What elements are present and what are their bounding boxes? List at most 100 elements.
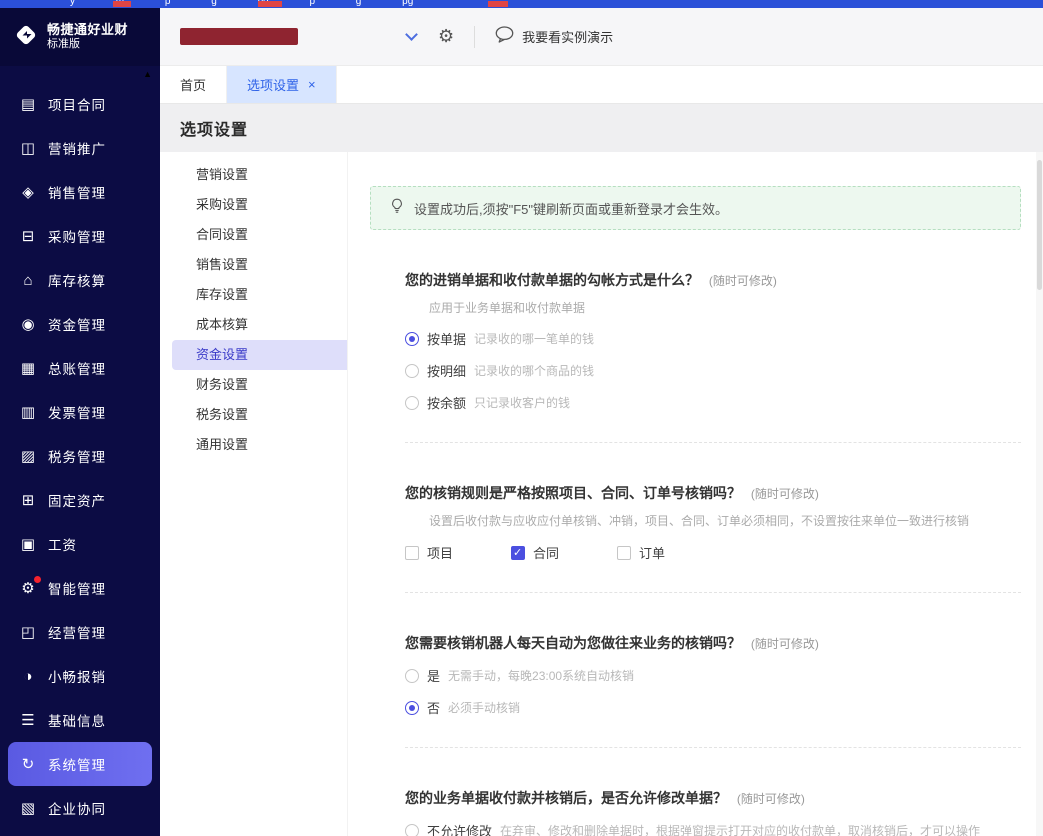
option-row[interactable]: 订单 (617, 543, 665, 562)
question-block-writeoff-rule: 您的核销规则是严格按照项目、合同、订单号核销吗？ (随时可修改) 设置后收付款与… (405, 483, 1021, 562)
option-row[interactable]: 按明细 记录收的哪个商品的钱 (405, 361, 1021, 380)
reimburse-icon: ◑ (23, 667, 33, 685)
subnav-item-tax-settings[interactable]: 税务设置 (160, 400, 347, 430)
tab-label: 首页 (180, 78, 207, 93)
option-row[interactable]: 不允许修改 在弃审、修改和删除单据时，根据弹窗提示打开对应的收付款单，取消核销后… (405, 821, 1021, 836)
sidebar-item-smart-management[interactable]: ⚙ 智能管理 (8, 566, 152, 610)
notice-text: 设置成功后,须按"F5"键刷新页面或重新登录才会生效。 (414, 201, 729, 217)
ledger-icon: ▦ (20, 360, 36, 377)
question-title: 您的进销单据和收付款单据的勾帐方式是什么？ (随时可修改) (405, 270, 1021, 290)
question-hint: (随时可修改) (750, 487, 819, 501)
question-hint: (随时可修改) (750, 637, 819, 651)
sidebar-item-label: 采购管理 (48, 230, 106, 245)
sidebar-item-basic-info[interactable]: ☰ 基础信息 (8, 698, 152, 742)
list-icon: ☰ (21, 712, 35, 729)
sidebar-item-reimbursement[interactable]: ◑ 小畅报销 (8, 654, 152, 698)
subnav-item-marketing-settings[interactable]: 营销设置 (160, 160, 347, 190)
sidebar-item-business-management[interactable]: ◰ 经营管理 (8, 610, 152, 654)
option-label: 按余额 (427, 396, 467, 411)
demo-label: 我要看实例演示 (522, 30, 614, 45)
building-icon: ⊞ (21, 492, 35, 509)
sidebar-item-sales[interactable]: ◈ 销售管理 (8, 170, 152, 214)
option-row[interactable]: 是 无需手动，每晚23:00系统自动核销 (405, 666, 1021, 685)
sidebar-item-fixed-assets[interactable]: ⊞ 固定资产 (8, 478, 152, 522)
subnav-item-finance-settings[interactable]: 财务设置 (160, 370, 347, 400)
sidebar-item-payroll[interactable]: ▣ 工资 (8, 522, 152, 566)
tab-close-icon[interactable]: × (308, 77, 316, 92)
sidebar-item-invoice[interactable]: ▥ 发票管理 (8, 390, 152, 434)
section-divider (405, 747, 1021, 748)
scrollbar-thumb[interactable] (1037, 160, 1042, 290)
sidebar-scroll-up-icon[interactable]: ▲ (143, 70, 152, 79)
question-title-text: 您的进销单据和收付款单据的勾帐方式是什么？ (405, 272, 699, 288)
coin-icon: ◉ (21, 316, 35, 333)
sidebar-item-label: 销售管理 (48, 186, 106, 201)
section-divider (405, 592, 1021, 593)
radio-button[interactable] (405, 823, 419, 836)
option-label: 按单据 (427, 332, 467, 347)
sidebar-nav: ▤ 项目合同 ◫ 营销推广 ◈ 销售管理 ⊟ 采购管理 ⌂ 库存核算 ◉ 资金管理 ▦ 总账管… (0, 82, 160, 830)
checkbox[interactable] (511, 545, 526, 560)
tab-label: 选项设置 (247, 78, 300, 93)
tab-options-settings[interactable]: 选项设置 × (227, 66, 337, 103)
sidebar-item-project-contract[interactable]: ▤ 项目合同 (8, 82, 152, 126)
sidebar-item-system-management[interactable]: ↻ 系统管理 (8, 742, 152, 786)
option-label: 合同 (533, 546, 560, 561)
purchase-icon: ⊟ (21, 228, 35, 245)
tax-icon: ▨ (20, 448, 36, 465)
sidebar-item-general-ledger[interactable]: ▦ 总账管理 (8, 346, 152, 390)
radio-button[interactable] (405, 700, 419, 715)
sidebar-item-label: 工资 (48, 538, 77, 553)
subnav-item-funds-settings[interactable]: 资金设置 (172, 340, 347, 370)
contract-icon: ▤ (20, 96, 36, 113)
demo-link[interactable]: 我要看实例演示 (495, 25, 614, 48)
clipboard-icon: ◰ (20, 624, 36, 641)
sidebar-item-inventory[interactable]: ⌂ 库存核算 (8, 258, 152, 302)
radio-button[interactable] (405, 331, 419, 346)
question-subtitle: 设置后收付款与应收应付单核销、冲销，项目、合同、订单必须相同，不设置按往来单位一… (429, 514, 970, 528)
option-row[interactable]: 否 必须手动核销 (405, 698, 1021, 717)
sidebar-item-marketing[interactable]: ◫ 营销推广 (8, 126, 152, 170)
option-label: 项目 (427, 546, 454, 561)
company-selector[interactable] (180, 22, 422, 52)
page-titlebar: 选项设置 (160, 104, 1043, 152)
option-label: 是 (427, 669, 441, 684)
sidebar-item-label: 营销推广 (48, 142, 106, 157)
strip-redaction (113, 1, 131, 7)
checkbox[interactable] (617, 545, 632, 560)
sidebar-item-label: 总账管理 (48, 362, 106, 377)
question-block-auto-writeoff-robot: 您需要核销机器人每天自动为您做往来业务的核销吗？ (随时可修改) 是 无需手动，… (405, 633, 1021, 717)
tab-home[interactable]: 首页 (160, 66, 228, 103)
checkbox[interactable] (405, 545, 419, 560)
company-name-redacted (180, 28, 298, 45)
subnav-item-general-settings[interactable]: 通用设置 (160, 430, 347, 460)
subnav-item-inventory-settings[interactable]: 库存设置 (160, 280, 347, 310)
question-block-allow-edit-after-writeoff: 您的业务单据收付款并核销后，是否允许修改单据？ (随时可修改) 不允许修改 在弃… (405, 788, 1021, 836)
subnav-item-purchase-settings[interactable]: 采购设置 (160, 190, 347, 220)
question-title-text: 您需要核销机器人每天自动为您做往来业务的核销吗？ (405, 635, 741, 651)
payslip-icon: ▣ (20, 536, 36, 553)
radio-button[interactable] (405, 363, 419, 378)
option-row[interactable]: 按单据 记录收的哪一笔单的钱 (405, 329, 1021, 348)
option-desc: 在弃审、修改和删除单据时，根据弹窗提示打开对应的收付款单，取消核销后，才可以操作 (500, 824, 981, 836)
option-row[interactable]: 项目 (405, 543, 453, 562)
sidebar-item-enterprise-collab[interactable]: ▧ 企业协同 (8, 786, 152, 830)
question-title: 您的业务单据收付款并核销后，是否允许修改单据？ (随时可修改) (405, 788, 1021, 808)
subnav-item-cost-accounting[interactable]: 成本核算 (160, 310, 347, 340)
sidebar-item-funds[interactable]: ◉ 资金管理 (8, 302, 152, 346)
lightbulb-icon (389, 198, 405, 219)
sidebar-item-purchase[interactable]: ⊟ 采购管理 (8, 214, 152, 258)
sidebar-item-tax[interactable]: ▨ 税务管理 (8, 434, 152, 478)
radio-button[interactable] (405, 668, 419, 683)
question-options: 项目 合同 订单 (405, 543, 1021, 562)
question-title: 您的核销规则是严格按照项目、合同、订单号核销吗？ (随时可修改) (405, 483, 1021, 503)
subnav-item-contract-settings[interactable]: 合同设置 (160, 220, 347, 250)
subnav-item-sales-settings[interactable]: 销售设置 (160, 250, 347, 280)
option-row[interactable]: 合同 (511, 543, 559, 562)
question-block-bookkeeping-mode: 您的进销单据和收付款单据的勾帐方式是什么？ (随时可修改) 应用于业务单据和收付… (405, 270, 1021, 412)
option-label: 否 (427, 701, 441, 716)
option-row[interactable]: 按余额 只记录收客户的钱 (405, 393, 1021, 412)
header: ⚙ 我要看实例演示 (160, 8, 1043, 66)
gear-icon[interactable]: ⚙ (438, 26, 454, 47)
radio-button[interactable] (405, 395, 419, 410)
